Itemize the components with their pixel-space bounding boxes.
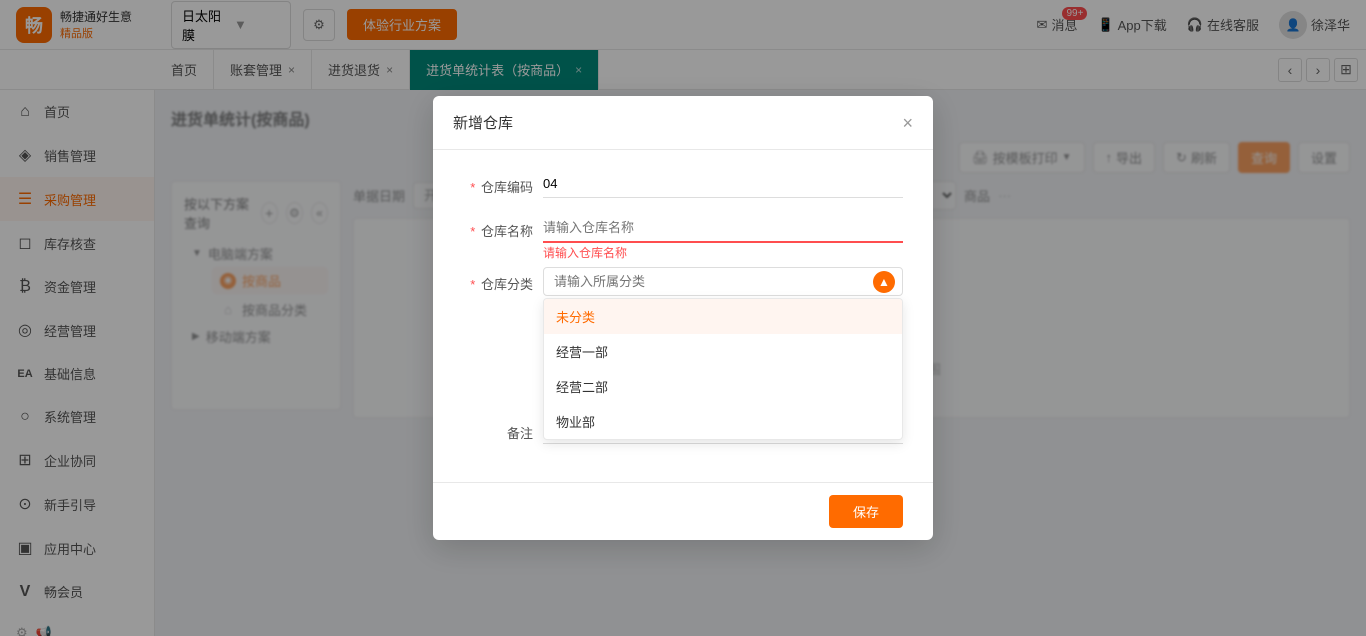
category-toggle-button[interactable]: ▲: [873, 271, 895, 293]
code-label: * 仓库编码: [463, 170, 543, 196]
category-dropdown: 未分类 经营一部 经营二部 物业部: [543, 298, 903, 440]
required-star-category: *: [470, 277, 475, 292]
dropdown-item-dept3[interactable]: 物业部: [544, 404, 902, 439]
name-error-message: 请输入仓库名称: [543, 244, 627, 261]
modal-close-button[interactable]: ×: [902, 114, 913, 132]
warehouse-code-row: * 仓库编码: [463, 170, 903, 198]
warehouse-name-input[interactable]: [543, 214, 903, 243]
save-button[interactable]: 保存: [829, 495, 903, 528]
category-label-text: 仓库分类: [481, 277, 533, 292]
warehouse-name-row: * 仓库名称 请输入仓库名称: [463, 214, 903, 243]
notes-label: 备注: [463, 416, 543, 442]
modal-footer: 保存: [433, 482, 933, 540]
name-label-text: 仓库名称: [481, 224, 533, 239]
add-warehouse-modal: 新增仓库 × * 仓库编码 * 仓库名称 请输入仓库名称: [433, 96, 933, 540]
modal-title: 新增仓库: [453, 112, 513, 133]
dropdown-item-dept2[interactable]: 经营二部: [544, 369, 902, 404]
category-label: * 仓库分类: [463, 267, 543, 293]
required-star-name: *: [470, 224, 475, 239]
modal-header: 新增仓库 ×: [433, 96, 933, 150]
category-input[interactable]: [543, 267, 903, 296]
required-star-code: *: [470, 180, 475, 195]
category-field-wrap: ▲ 未分类 经营一部 经营二部 物业部: [543, 267, 903, 296]
notes-label-text: 备注: [507, 426, 533, 441]
modal-overlay[interactable]: 新增仓库 × * 仓库编码 * 仓库名称 请输入仓库名称: [0, 0, 1366, 636]
name-label: * 仓库名称: [463, 214, 543, 240]
dropdown-item-dept1[interactable]: 经营一部: [544, 334, 902, 369]
warehouse-category-row: * 仓库分类 ▲ 未分类 经营一部 经营二部 物业部: [463, 267, 903, 296]
modal-body: * 仓库编码 * 仓库名称 请输入仓库名称 *: [433, 150, 933, 480]
code-label-text: 仓库编码: [481, 180, 533, 195]
warehouse-code-input[interactable]: [543, 170, 903, 198]
dropdown-item-uncategorized[interactable]: 未分类: [544, 299, 902, 334]
